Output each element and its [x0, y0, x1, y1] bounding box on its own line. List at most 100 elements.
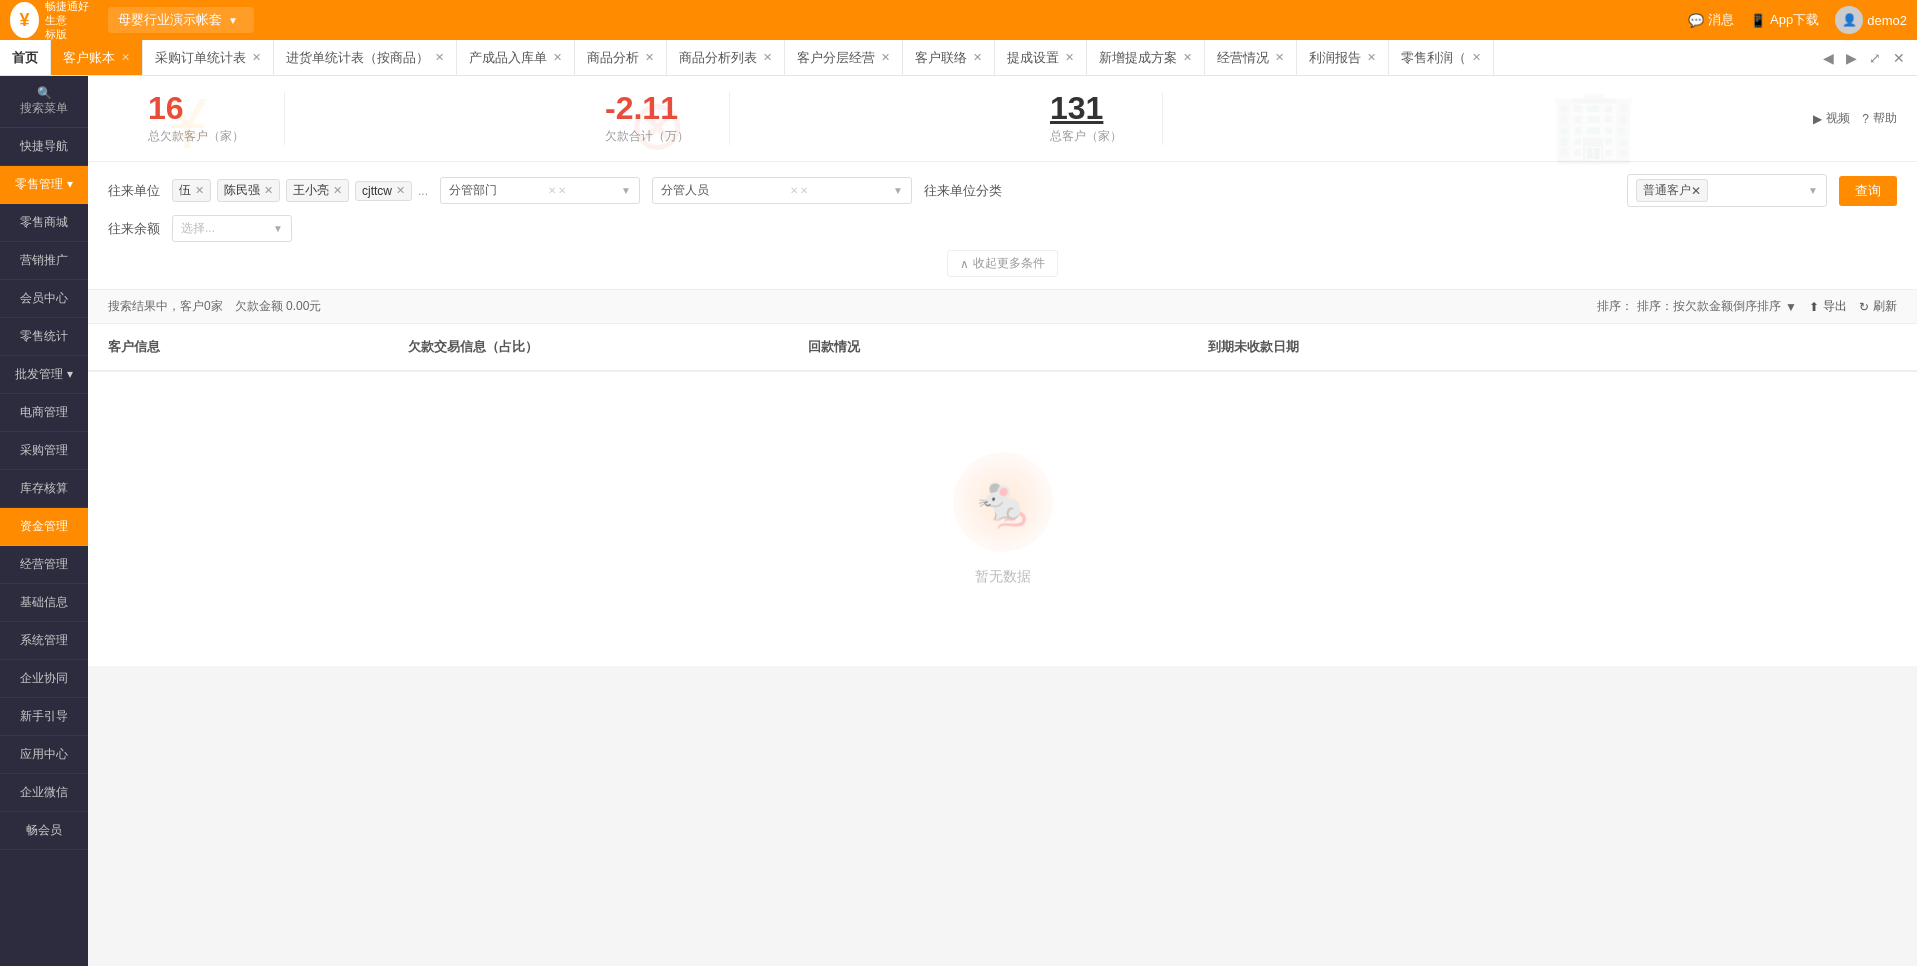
refresh-icon: ↻ — [1859, 300, 1869, 314]
tab-profit-report[interactable]: 利润报告 ✕ — [1297, 40, 1389, 75]
remove-tag-chen[interactable]: ✕ — [264, 184, 273, 197]
sidebar-item-retail[interactable]: 零售管理 ▾ — [0, 166, 88, 204]
sidebar-item-marketing[interactable]: 营销推广 — [0, 242, 88, 280]
filter-dept-clear[interactable]: ✕ ✕ — [548, 185, 567, 196]
tab-close-all-icon[interactable]: ✕ — [1889, 48, 1909, 68]
sort-label: 排序： — [1597, 298, 1633, 315]
filter-row-1: 往来单位 伍 ✕ 陈民强 ✕ 王小亮 ✕ — [108, 174, 1897, 207]
tab-prev-icon[interactable]: ◀ — [1819, 48, 1838, 68]
sort-select[interactable]: 排序： 排序：按欠款金额倒序排序 ▼ — [1597, 298, 1797, 315]
tab-commission-settings[interactable]: 提成设置 ✕ — [995, 40, 1087, 75]
app-download-label: App下载 — [1770, 11, 1819, 29]
app-download-btn[interactable]: 📱 App下载 — [1750, 11, 1819, 29]
sidebar-search[interactable]: 🔍 搜索菜单 — [0, 76, 88, 128]
filter-tag-cjttcw[interactable]: cjttcw ✕ — [355, 181, 412, 201]
sidebar-item-wechat[interactable]: 企业微信 — [0, 774, 88, 812]
tab-close-icon[interactable]: ✕ — [973, 51, 982, 64]
collapse-button[interactable]: ∧ 收起更多条件 — [947, 250, 1058, 277]
remove-tag-wu[interactable]: ✕ — [195, 184, 204, 197]
stats-bar: ¥ ⊗ 🏢 16 总欠款客户（家） -2.11 欠款合计（万） 131 总客户（… — [88, 76, 1917, 162]
sidebar-label: 采购管理 — [20, 443, 68, 457]
remove-unit-class-tag[interactable]: ✕ — [1691, 184, 1701, 198]
help-btn[interactable]: ? 帮助 — [1862, 110, 1897, 127]
tab-close-icon[interactable]: ✕ — [763, 51, 772, 64]
sidebar-item-member[interactable]: 会员中心 — [0, 280, 88, 318]
filter-person-clear[interactable]: ✕ ✕ — [790, 185, 809, 196]
tab-close-icon[interactable]: ✕ — [1367, 51, 1376, 64]
search-button[interactable]: 查询 — [1839, 176, 1897, 206]
filter-balance-select[interactable]: 选择... ▼ — [172, 215, 292, 242]
tab-goods-analysis[interactable]: 商品分析 ✕ — [575, 40, 667, 75]
sidebar-item-system[interactable]: 系统管理 — [0, 622, 88, 660]
filter-tag-wu[interactable]: 伍 ✕ — [172, 179, 211, 202]
nav-tabs: 首页 客户账本 ✕ 采购订单统计表 ✕ 进货单统计表（按商品） ✕ 产成品入库单… — [0, 40, 1917, 76]
stat-bg-icon-left: ¥ — [168, 84, 207, 164]
sidebar-item-basic-info[interactable]: 基础信息 — [0, 584, 88, 622]
refresh-button[interactable]: ↻ 刷新 — [1859, 298, 1897, 315]
filter-tag-chen[interactable]: 陈民强 ✕ — [217, 179, 280, 202]
sort-chevron-icon: ▼ — [1785, 300, 1797, 314]
sidebar-item-ecommerce[interactable]: 电商管理 — [0, 394, 88, 432]
sidebar-label: 新手引导 — [20, 709, 68, 723]
sidebar-label: 零售商城 — [20, 215, 68, 229]
tab-close-icon[interactable]: ✕ — [645, 51, 654, 64]
tab-purchase-order-stats[interactable]: 采购订单统计表 ✕ — [143, 40, 274, 75]
filter-dept-select[interactable]: 分管部门 ✕ ✕ ▼ — [440, 177, 640, 204]
user-menu[interactable]: 👤 demo2 — [1835, 6, 1907, 34]
tab-product-inbound[interactable]: 产成品入库单 ✕ — [457, 40, 575, 75]
export-button[interactable]: ⬆ 导出 — [1809, 298, 1847, 315]
sidebar-item-guide[interactable]: 新手引导 — [0, 698, 88, 736]
sidebar-item-finance[interactable]: 资金管理 — [0, 508, 88, 546]
filter-person-select[interactable]: 分管人员 ✕ ✕ ▼ — [652, 177, 912, 204]
tab-customer-tier[interactable]: 客户分层经营 ✕ — [785, 40, 903, 75]
tab-goods-stats[interactable]: 进货单统计表（按商品） ✕ — [274, 40, 457, 75]
tab-customer-contact[interactable]: 客户联络 ✕ — [903, 40, 995, 75]
filter-more-btn[interactable]: ... — [418, 184, 428, 198]
filter-unit-tags: 伍 ✕ 陈民强 ✕ 王小亮 ✕ cjttcw ✕ — [172, 179, 428, 202]
sidebar-item-retail-mall[interactable]: 零售商城 — [0, 204, 88, 242]
sidebar-item-member2[interactable]: 畅会员 — [0, 812, 88, 850]
tab-close-icon[interactable]: ✕ — [881, 51, 890, 64]
filter-row-2: 往来余额 选择... ▼ — [108, 215, 1897, 242]
tab-close-icon[interactable]: ✕ — [1065, 51, 1074, 64]
sidebar-label: 应用中心 — [20, 747, 68, 761]
messages-btn[interactable]: 💬 消息 — [1688, 11, 1734, 29]
table-col-due-date: 到期未收款日期 — [1208, 334, 1897, 360]
sidebar-item-purchase[interactable]: 采购管理 — [0, 432, 88, 470]
video-btn[interactable]: ▶ 视频 — [1813, 110, 1850, 127]
help-icon: ? — [1862, 112, 1869, 126]
tab-close-icon[interactable]: ✕ — [1275, 51, 1284, 64]
workspace-selector[interactable]: 母婴行业演示帐套 ▼ — [108, 7, 254, 33]
sidebar-label: 畅会员 — [26, 823, 62, 837]
sidebar-item-quick-nav[interactable]: 快捷导航 — [0, 128, 88, 166]
tab-close-icon[interactable]: ✕ — [121, 51, 130, 64]
remove-tag-wang[interactable]: ✕ — [333, 184, 342, 197]
tab-operations[interactable]: 经营情况 ✕ — [1205, 40, 1297, 75]
tab-retail-profit[interactable]: 零售利润（ ✕ — [1389, 40, 1494, 75]
tab-add-commission[interactable]: 新增提成方案 ✕ — [1087, 40, 1205, 75]
tab-close-icon[interactable]: ✕ — [1472, 51, 1481, 64]
sidebar-item-enterprise[interactable]: 企业协同 — [0, 660, 88, 698]
filter-tag-wang[interactable]: 王小亮 ✕ — [286, 179, 349, 202]
sidebar-item-wholesale[interactable]: 批发管理 ▾ — [0, 356, 88, 394]
stats-bar-actions: ▶ 视频 ? 帮助 — [1813, 110, 1897, 127]
tab-next-icon[interactable]: ▶ — [1842, 48, 1861, 68]
sidebar-item-operations[interactable]: 经营管理 — [0, 546, 88, 584]
sidebar-item-inventory[interactable]: 库存核算 — [0, 470, 88, 508]
tab-close-icon[interactable]: ✕ — [553, 51, 562, 64]
sidebar-item-retail-stats[interactable]: 零售统计 — [0, 318, 88, 356]
tab-close-icon[interactable]: ✕ — [435, 51, 444, 64]
workspace-label: 母婴行业演示帐套 — [118, 11, 222, 29]
stat-total-customers: 131 总客户（家） — [1010, 92, 1163, 145]
remove-tag-cjttcw[interactable]: ✕ — [396, 184, 405, 197]
tab-goods-analysis-list[interactable]: 商品分析列表 ✕ — [667, 40, 785, 75]
sidebar-item-app-center[interactable]: 应用中心 — [0, 736, 88, 774]
tab-home[interactable]: 首页 — [0, 40, 51, 75]
tab-expand-icon[interactable]: ⤢ — [1865, 48, 1885, 68]
sidebar-label: 电商管理 — [20, 405, 68, 419]
tab-customer-account[interactable]: 客户账本 ✕ — [51, 40, 143, 75]
filter-balance-label: 往来余额 — [108, 220, 160, 238]
filter-unit-class-select[interactable]: 普通客户 ✕ ▼ — [1627, 174, 1827, 207]
tab-close-icon[interactable]: ✕ — [1183, 51, 1192, 64]
tab-close-icon[interactable]: ✕ — [252, 51, 261, 64]
